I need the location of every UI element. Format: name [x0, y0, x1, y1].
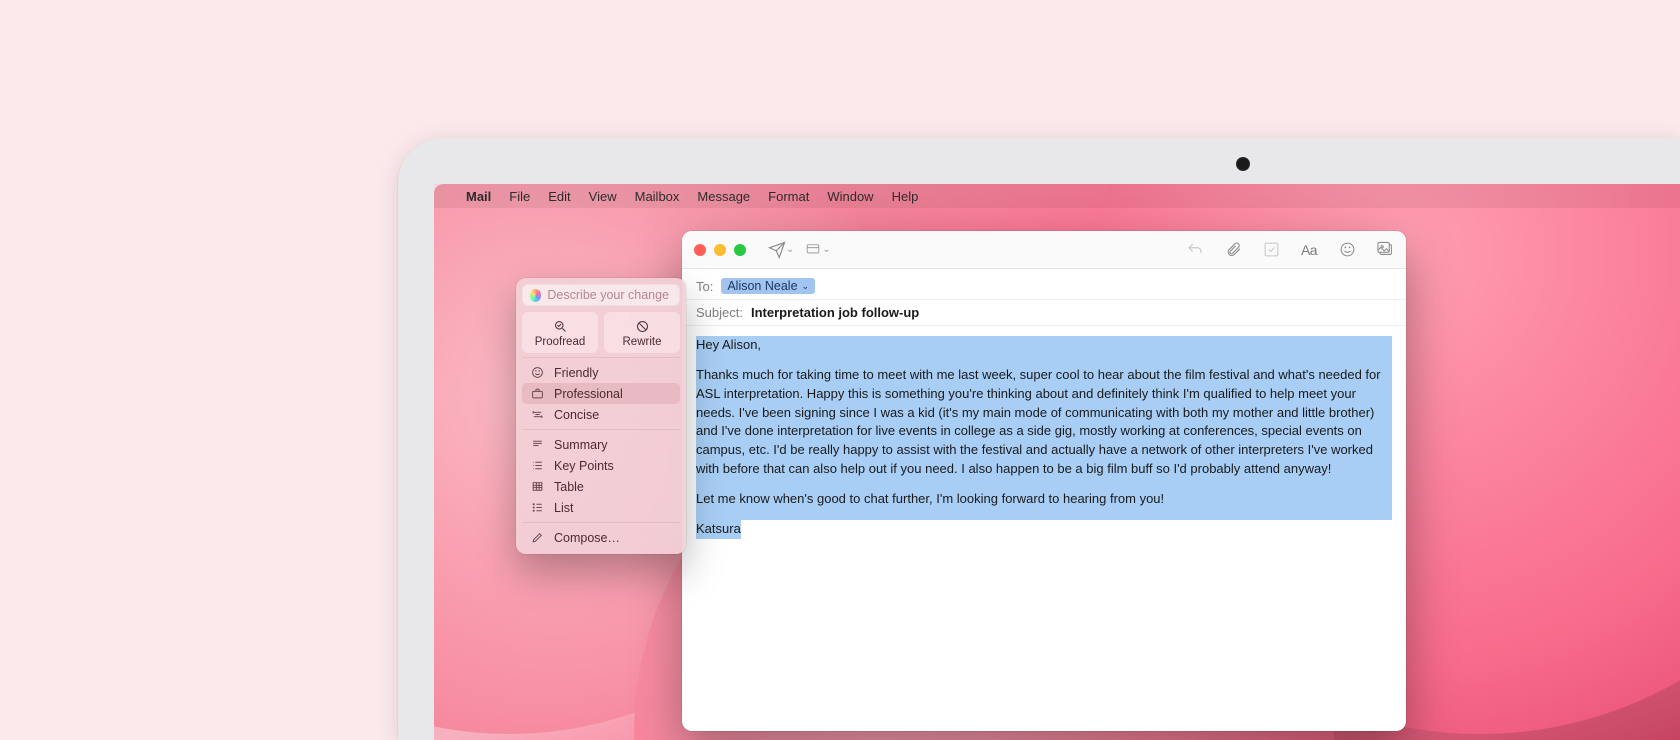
menu-file[interactable]: File [509, 189, 530, 204]
compose-menu-label: Compose… [554, 531, 620, 545]
subject-field-row[interactable]: Subject: Interpretation job follow-up [682, 300, 1406, 326]
writing-prompt-input[interactable] [547, 288, 672, 302]
to-label: To: [696, 279, 713, 294]
chevron-down-icon[interactable]: ⌄ [822, 244, 830, 255]
close-button[interactable] [694, 244, 706, 256]
briefcase-icon [530, 386, 545, 401]
photos-icon[interactable] [1376, 241, 1394, 259]
menu-format[interactable]: Format [768, 189, 809, 204]
zoom-button[interactable] [734, 244, 746, 256]
attachment-icon[interactable] [1224, 241, 1242, 259]
transform-summary[interactable]: Summary [522, 434, 680, 455]
compose-titlebar: ⌄ ⌄ [682, 231, 1406, 269]
menu-mailbox[interactable]: Mailbox [635, 189, 680, 204]
concise-icon [530, 407, 545, 422]
window-controls [694, 244, 746, 256]
tone-professional[interactable]: Professional [522, 383, 680, 404]
table-icon [530, 479, 545, 494]
transform-keypoints-label: Key Points [554, 459, 614, 473]
writing-prompt-field[interactable] [522, 284, 680, 306]
body-signature[interactable]: Katsura [696, 520, 741, 539]
transform-keypoints[interactable]: Key Points [522, 455, 680, 476]
camera-dot [1236, 157, 1250, 171]
menu-message[interactable]: Message [697, 189, 750, 204]
list-icon [530, 500, 545, 515]
transform-list[interactable]: List [522, 497, 680, 518]
smile-icon [530, 365, 545, 380]
message-body[interactable]: Hey Alison, Thanks much for taking time … [682, 326, 1406, 731]
rewrite-button[interactable]: Rewrite [604, 312, 680, 353]
header-fields-icon[interactable] [804, 241, 822, 259]
compose-menu-item[interactable]: Compose… [522, 527, 680, 548]
transform-table-label: Table [554, 480, 584, 494]
chevron-down-icon[interactable]: ⌄ [802, 281, 810, 292]
subject-value[interactable]: Interpretation job follow-up [751, 305, 919, 320]
reply-icon[interactable] [1186, 241, 1204, 259]
rewrite-icon [634, 318, 650, 334]
menu-window[interactable]: Window [827, 189, 873, 204]
tone-friendly[interactable]: Friendly [522, 362, 680, 383]
menu-edit[interactable]: Edit [548, 189, 570, 204]
tone-concise-label: Concise [554, 408, 599, 422]
recipient-name: Alison Neale [727, 279, 797, 293]
format-text-icon[interactable]: Aa [1300, 241, 1318, 259]
chevron-down-icon[interactable]: ⌄ [786, 244, 794, 255]
body-paragraph-2[interactable]: Let me know when's good to chat further,… [696, 490, 1392, 509]
to-field-row[interactable]: To: Alison Neale ⌄ [682, 273, 1406, 300]
header-fields: To: Alison Neale ⌄ Subject: Interpretati… [682, 269, 1406, 326]
compose-window: ⌄ ⌄ [682, 231, 1406, 731]
apple-intelligence-icon [530, 289, 541, 302]
menubar: Mail File Edit View Mailbox Message Form… [434, 184, 1680, 208]
summary-icon [530, 437, 545, 452]
magnifier-check-icon [552, 318, 568, 334]
proofread-button[interactable]: Proofread [522, 312, 598, 353]
send-icon[interactable] [768, 241, 786, 259]
transform-summary-label: Summary [554, 438, 607, 452]
tone-professional-label: Professional [554, 387, 623, 401]
emoji-icon[interactable] [1338, 241, 1356, 259]
tone-concise[interactable]: Concise [522, 404, 680, 425]
body-greeting[interactable]: Hey Alison, [696, 336, 1392, 355]
menu-help[interactable]: Help [892, 189, 919, 204]
subject-label: Subject: [696, 305, 743, 320]
pencil-icon [530, 530, 545, 545]
screen: Mail File Edit View Mailbox Message Form… [434, 184, 1680, 740]
proofread-label: Proofread [535, 336, 586, 348]
menu-view[interactable]: View [589, 189, 617, 204]
recipient-chip[interactable]: Alison Neale ⌄ [721, 278, 815, 294]
device-frame: Mail File Edit View Mailbox Message Form… [398, 138, 1680, 740]
rewrite-label: Rewrite [623, 336, 662, 348]
body-paragraph-1[interactable]: Thanks much for taking time to meet with… [696, 366, 1392, 479]
tone-friendly-label: Friendly [554, 366, 598, 380]
writing-tools-panel: Proofread Rewrite Friendly [516, 278, 686, 554]
minimize-button[interactable] [714, 244, 726, 256]
transform-list-label: List [554, 501, 573, 515]
app-menu[interactable]: Mail [466, 189, 491, 204]
transform-table[interactable]: Table [522, 476, 680, 497]
insert-icon[interactable] [1262, 241, 1280, 259]
keypoints-icon [530, 458, 545, 473]
